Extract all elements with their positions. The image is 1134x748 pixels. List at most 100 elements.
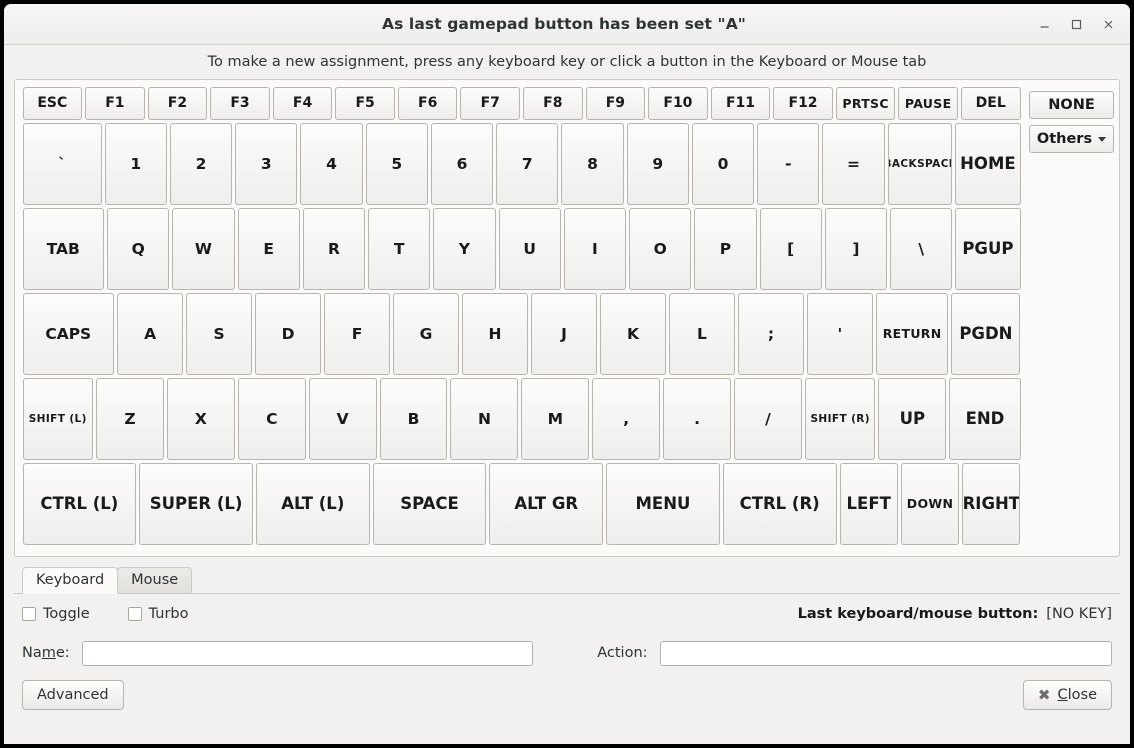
minimize-icon[interactable] bbox=[1028, 9, 1060, 39]
key-button[interactable]: CTRL (R) bbox=[722, 462, 837, 545]
key-button[interactable]: G bbox=[393, 292, 459, 375]
turbo-checkbox-group[interactable]: Turbo bbox=[127, 606, 189, 622]
key-button[interactable]: Y bbox=[433, 207, 496, 290]
key-button[interactable]: SHIFT (L) bbox=[22, 377, 94, 460]
key-button[interactable]: 1 bbox=[104, 122, 167, 205]
key-button[interactable]: 8 bbox=[561, 122, 624, 205]
key-button[interactable]: , bbox=[592, 377, 661, 460]
key-button[interactable]: . bbox=[663, 377, 732, 460]
key-button[interactable]: SPACE bbox=[372, 462, 487, 545]
key-button[interactable]: K bbox=[599, 292, 666, 375]
key-button[interactable]: B bbox=[379, 377, 448, 460]
key-button[interactable]: MENU bbox=[606, 462, 720, 545]
tab-keyboard[interactable]: Keyboard bbox=[22, 567, 119, 594]
key-button[interactable]: F3 bbox=[210, 86, 270, 120]
tab-mouse[interactable]: Mouse bbox=[117, 567, 193, 593]
key-button[interactable]: PRTSC bbox=[835, 86, 896, 120]
key-button[interactable]: SHIFT (R) bbox=[804, 377, 876, 460]
key-button[interactable]: F bbox=[324, 292, 391, 375]
key-button[interactable]: W bbox=[172, 207, 235, 290]
close-icon[interactable] bbox=[1092, 9, 1124, 39]
key-button[interactable]: SUPER (L) bbox=[139, 462, 253, 545]
key-button[interactable]: UP bbox=[878, 377, 947, 460]
key-button[interactable]: E bbox=[237, 207, 300, 290]
key-button[interactable]: BACKSPACE bbox=[887, 122, 953, 205]
key-button[interactable]: S bbox=[186, 292, 253, 375]
key-button[interactable]: F4 bbox=[272, 86, 333, 120]
key-button[interactable]: PGUP bbox=[955, 207, 1021, 290]
key-button[interactable]: H bbox=[462, 292, 528, 375]
key-button[interactable]: U bbox=[498, 207, 561, 290]
key-button[interactable]: PGDN bbox=[951, 292, 1021, 375]
key-button[interactable]: ALT GR bbox=[489, 462, 604, 545]
turbo-checkbox[interactable] bbox=[127, 607, 142, 621]
key-button[interactable]: ] bbox=[824, 207, 888, 290]
key-button[interactable]: DOWN bbox=[900, 462, 960, 545]
key-button[interactable]: 4 bbox=[300, 122, 363, 205]
key-button[interactable]: J bbox=[530, 292, 597, 375]
key-button[interactable]: F1 bbox=[85, 86, 145, 120]
key-button[interactable]: HOME bbox=[955, 122, 1021, 205]
key-button[interactable]: CAPS bbox=[22, 292, 115, 375]
key-button[interactable]: RETURN bbox=[875, 292, 949, 375]
key-button[interactable]: L bbox=[668, 292, 735, 375]
key-button[interactable]: \ bbox=[890, 207, 953, 290]
key-button[interactable]: F6 bbox=[397, 86, 458, 120]
key-button[interactable]: END bbox=[949, 377, 1021, 460]
key-button[interactable]: F5 bbox=[335, 86, 395, 120]
key-button[interactable]: ; bbox=[737, 292, 804, 375]
key-button[interactable]: F12 bbox=[773, 86, 833, 120]
maximize-icon[interactable] bbox=[1060, 9, 1092, 39]
key-button[interactable]: ' bbox=[806, 292, 873, 375]
key-button[interactable]: V bbox=[308, 377, 377, 460]
key-button[interactable]: - bbox=[757, 122, 820, 205]
key-button[interactable]: N bbox=[450, 377, 519, 460]
name-label: Name: bbox=[22, 645, 70, 661]
key-button[interactable]: C bbox=[237, 377, 306, 460]
key-button[interactable]: F11 bbox=[710, 86, 771, 120]
key-button[interactable]: X bbox=[166, 377, 235, 460]
key-button[interactable]: R bbox=[302, 207, 366, 290]
key-button[interactable]: DEL bbox=[960, 86, 1021, 120]
key-button[interactable]: [ bbox=[759, 207, 822, 290]
name-input[interactable] bbox=[81, 640, 534, 666]
key-button[interactable]: 2 bbox=[169, 122, 233, 205]
none-button[interactable]: NONE bbox=[1029, 91, 1114, 119]
key-button[interactable]: TAB bbox=[22, 207, 105, 290]
toggle-checkbox-group[interactable]: Toggle bbox=[22, 606, 90, 622]
key-button[interactable]: F8 bbox=[523, 86, 583, 120]
key-button[interactable]: 9 bbox=[626, 122, 689, 205]
key-button[interactable]: F2 bbox=[147, 86, 208, 120]
key-button[interactable]: I bbox=[563, 207, 627, 290]
key-button[interactable]: ESC bbox=[22, 86, 83, 120]
key-button[interactable]: Z bbox=[96, 377, 164, 460]
key-button[interactable]: 5 bbox=[365, 122, 428, 205]
key-button[interactable]: / bbox=[734, 377, 802, 460]
key-button[interactable]: O bbox=[629, 207, 692, 290]
key-button[interactable]: T bbox=[368, 207, 431, 290]
key-button[interactable]: 0 bbox=[691, 122, 755, 205]
key-button[interactable]: F7 bbox=[460, 86, 520, 120]
toggle-checkbox[interactable] bbox=[22, 607, 36, 621]
key-button[interactable]: 7 bbox=[496, 122, 559, 205]
key-button[interactable]: CTRL (L) bbox=[22, 462, 137, 545]
close-button[interactable]: ✖ Close bbox=[1022, 680, 1112, 710]
key-button[interactable]: F9 bbox=[585, 86, 646, 120]
key-button[interactable]: 6 bbox=[430, 122, 494, 205]
key-button[interactable]: PAUSE bbox=[898, 86, 958, 120]
advanced-button[interactable]: Advanced bbox=[22, 680, 124, 710]
key-button[interactable]: Q bbox=[107, 207, 170, 290]
key-button[interactable]: RIGHT bbox=[962, 462, 1021, 545]
key-button[interactable]: M bbox=[521, 377, 590, 460]
others-dropdown-button[interactable]: Others bbox=[1029, 125, 1114, 153]
key-button[interactable]: D bbox=[255, 292, 322, 375]
action-input[interactable] bbox=[659, 640, 1112, 666]
key-button[interactable]: LEFT bbox=[839, 462, 898, 545]
key-button[interactable]: F10 bbox=[648, 86, 708, 120]
key-button[interactable]: = bbox=[822, 122, 885, 205]
key-button[interactable]: P bbox=[694, 207, 757, 290]
key-button[interactable]: ALT (L) bbox=[255, 462, 370, 545]
key-button[interactable]: 3 bbox=[235, 122, 298, 205]
key-button[interactable]: ` bbox=[22, 122, 102, 205]
key-button[interactable]: A bbox=[117, 292, 184, 375]
